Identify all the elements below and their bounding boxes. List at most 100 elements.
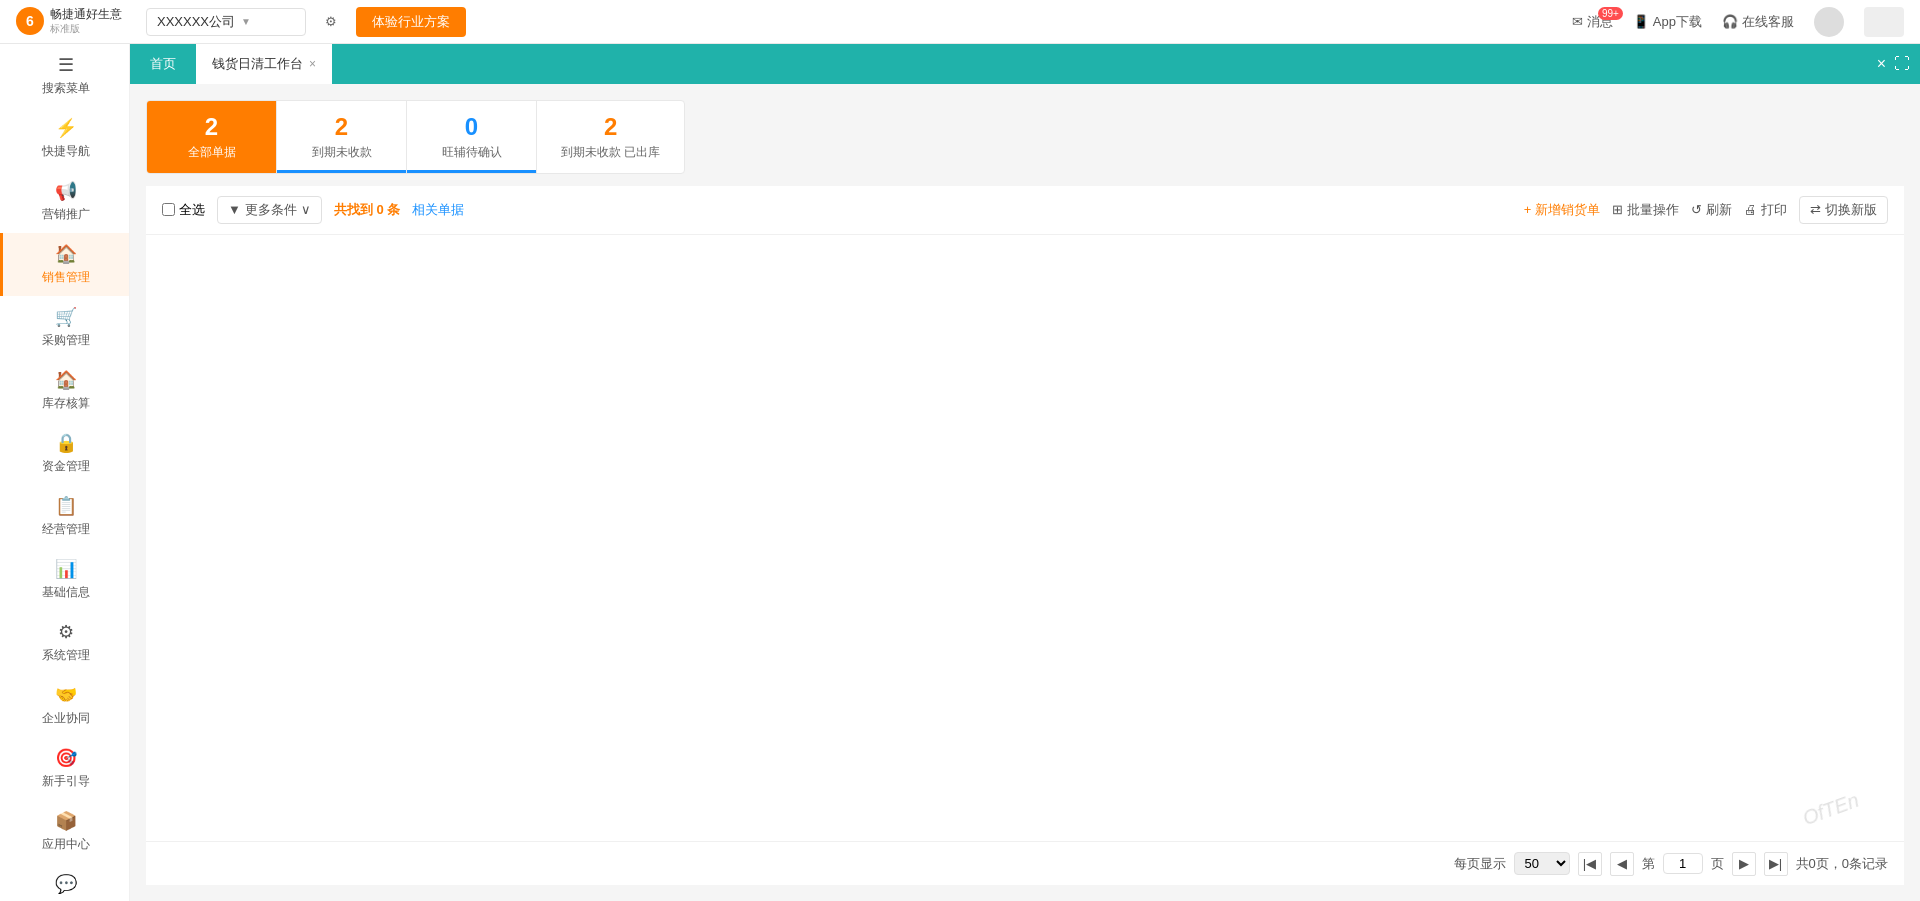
- page-content: 2 全部单据 2 到期未收款 0 旺辅待确认 2 到期未收款 已出库 全选: [130, 84, 1920, 901]
- sidebar-item-finance[interactable]: 🔒 资金管理: [0, 422, 129, 485]
- sidebar: ☰搜索菜单⚡快捷导航📢营销推广🏠销售管理 🛒 采购管理 🏠 库存核算 🔒 资金管理 📋经营管理…: [0, 44, 130, 901]
- select-all-label: 全选: [179, 201, 205, 219]
- tab-close-icon[interactable]: ×: [309, 57, 316, 71]
- batch-label: 批量操作: [1627, 201, 1679, 219]
- per-page-select[interactable]: 102050100: [1514, 852, 1570, 875]
- count-number: 0: [377, 202, 384, 217]
- stat-number-wangdian-pending: 0: [431, 113, 512, 142]
- next-page-btn[interactable]: ▶: [1732, 852, 1756, 876]
- sidebar-label-purchase: 采购管理: [42, 332, 90, 349]
- stat-card-wangdian-pending[interactable]: 0 旺辅待确认: [407, 101, 537, 173]
- stat-label-all: 全部单据: [171, 144, 252, 161]
- company-arrow: ▼: [241, 16, 251, 27]
- sidebar-label-basic-info: 基础信息: [42, 584, 90, 601]
- avatar[interactable]: [1814, 7, 1844, 37]
- trial-button[interactable]: 体验行业方案: [356, 7, 466, 37]
- sidebar-label-enterprise: 企业协同: [42, 710, 90, 727]
- related-link[interactable]: 相关单据: [412, 201, 464, 219]
- sidebar-label-guide: 新手引导: [42, 773, 90, 790]
- last-page-btn[interactable]: ▶|: [1764, 852, 1788, 876]
- sidebar-item-enterprise[interactable]: 🤝 企业协同: [0, 674, 129, 737]
- print-btn[interactable]: 🖨 打印: [1744, 201, 1787, 219]
- filter-button[interactable]: ▼ 更多条件 ∨: [217, 196, 322, 224]
- tab-minimize-btn[interactable]: ×: [1877, 55, 1886, 73]
- sidebar-label-inventory: 库存核算: [42, 395, 90, 412]
- tab-actions: × ⛶: [1867, 55, 1920, 73]
- sidebar-label-quick-nav: 快捷导航: [42, 143, 90, 160]
- message-item[interactable]: ✉ 消息 99+: [1572, 13, 1613, 31]
- stat-number-overdue-unpaid: 2: [301, 113, 382, 142]
- tab-active-label: 钱货日清工作台: [212, 55, 303, 73]
- batch-icon: ⊞: [1612, 202, 1623, 217]
- app-name: 畅捷通好生意: [50, 7, 122, 21]
- tab-maximize-btn[interactable]: ⛶: [1894, 55, 1910, 73]
- download-icon: 📱: [1633, 14, 1649, 29]
- sidebar-item-basic-info[interactable]: 📊基础信息: [0, 548, 129, 611]
- pagination: 每页显示 102050100 |◀ ◀ 第 页 ▶ ▶| 共0页，0条记录: [146, 841, 1904, 885]
- online-service-label: 在线客服: [1742, 13, 1794, 31]
- sidebar-icon-enterprise: 🤝: [55, 684, 77, 706]
- sidebar-item-wechat[interactable]: 💬企业微信: [0, 863, 129, 901]
- prev-page-btn[interactable]: ◀: [1610, 852, 1634, 876]
- select-all-checkbox[interactable]: 全选: [162, 201, 205, 219]
- sidebar-icon-operations: 📋: [55, 495, 77, 517]
- tab-active[interactable]: 钱货日清工作台 ×: [196, 44, 332, 84]
- sidebar-item-operations[interactable]: 📋经营管理: [0, 485, 129, 548]
- sidebar-item-inventory[interactable]: 🏠 库存核算: [0, 359, 129, 422]
- user-menu[interactable]: [1864, 7, 1904, 37]
- sidebar-label-finance: 资金管理: [42, 458, 90, 475]
- sidebar-item-app-center[interactable]: 📦应用中心: [0, 800, 129, 863]
- filter-label: 更多条件: [245, 201, 297, 219]
- online-service-item[interactable]: 🎧 在线客服: [1722, 13, 1794, 31]
- batch-action-btn[interactable]: ⊞ 批量操作: [1612, 201, 1679, 219]
- sidebar-icon-purchase: 🛒: [55, 306, 77, 328]
- switch-version-btn[interactable]: ⇄ 切换新版: [1799, 196, 1888, 224]
- service-icon: 🎧: [1722, 14, 1738, 29]
- refresh-btn[interactable]: ↺ 刷新: [1691, 201, 1732, 219]
- sidebar-item-search-menu[interactable]: ☰搜索菜单: [0, 44, 129, 107]
- sidebar-label-marketing: 营销推广: [42, 206, 90, 223]
- sidebar-icon-wechat: 💬: [55, 873, 77, 895]
- toolbar-right: + 新增销货单 ⊞ 批量操作 ↺ 刷新 🖨 打印 ⇄: [1524, 196, 1888, 224]
- switch-label: 切换新版: [1825, 201, 1877, 219]
- print-label: 打印: [1761, 201, 1787, 219]
- total-label: 共0页，0条记录: [1796, 855, 1888, 873]
- sidebar-icon-inventory: 🏠: [55, 369, 77, 391]
- app-tag: 标准版: [50, 22, 122, 36]
- switch-icon: ⇄: [1810, 202, 1821, 217]
- stat-card-overdue-unpaid[interactable]: 2 到期未收款: [277, 101, 407, 173]
- sidebar-label-sales: 销售管理: [42, 269, 90, 286]
- stat-card-overdue-undelivered[interactable]: 2 到期未收款 已出库: [537, 101, 684, 173]
- sidebar-icon-guide: 🎯: [55, 747, 77, 769]
- app-download-label: App下载: [1653, 13, 1702, 31]
- stats-row: 2 全部单据 2 到期未收款 0 旺辅待确认 2 到期未收款 已出库: [146, 100, 685, 174]
- sidebar-item-marketing[interactable]: 📢营销推广: [0, 170, 129, 233]
- add-sales-order-btn[interactable]: + 新增销货单: [1524, 201, 1600, 219]
- sidebar-icon-system: ⚙: [58, 621, 74, 643]
- page-label: 第: [1642, 855, 1655, 873]
- settings-icon[interactable]: ⚙: [316, 7, 346, 37]
- first-page-btn[interactable]: |◀: [1578, 852, 1602, 876]
- sidebar-item-sales[interactable]: 🏠销售管理: [0, 233, 129, 296]
- sidebar-icon-app-center: 📦: [55, 810, 77, 832]
- company-selector[interactable]: XXXXXX公司 ▼: [146, 8, 306, 36]
- sidebar-item-system[interactable]: ⚙系统管理: [0, 611, 129, 674]
- stat-number-all: 2: [171, 113, 252, 142]
- stat-label-wangdian-pending: 旺辅待确认: [431, 144, 512, 161]
- content-area: 首页 钱货日清工作台 × × ⛶ 2 全部单据 2 到期未收款 0 旺: [130, 44, 1920, 901]
- sidebar-item-guide[interactable]: 🎯 新手引导: [0, 737, 129, 800]
- sidebar-item-quick-nav[interactable]: ⚡快捷导航: [0, 107, 129, 170]
- company-name: XXXXXX公司: [157, 13, 235, 31]
- checkbox-input[interactable]: [162, 203, 175, 216]
- main-layout: ☰搜索菜单⚡快捷导航📢营销推广🏠销售管理 🛒 采购管理 🏠 库存核算 🔒 资金管理 📋经营管理…: [0, 44, 1920, 901]
- sidebar-icon-search-menu: ☰: [58, 54, 74, 76]
- page-number-input[interactable]: [1663, 853, 1703, 874]
- sidebar-item-purchase[interactable]: 🛒 采购管理: [0, 296, 129, 359]
- stat-card-all[interactable]: 2 全部单据: [147, 101, 277, 173]
- sidebar-icon-finance: 🔒: [55, 432, 77, 454]
- message-badge: 99+: [1598, 7, 1623, 20]
- app-download-item[interactable]: 📱 App下载: [1633, 13, 1702, 31]
- refresh-icon: ↺: [1691, 202, 1702, 217]
- tab-home[interactable]: 首页: [130, 44, 196, 84]
- stat-label-overdue-unpaid: 到期未收款: [301, 144, 382, 161]
